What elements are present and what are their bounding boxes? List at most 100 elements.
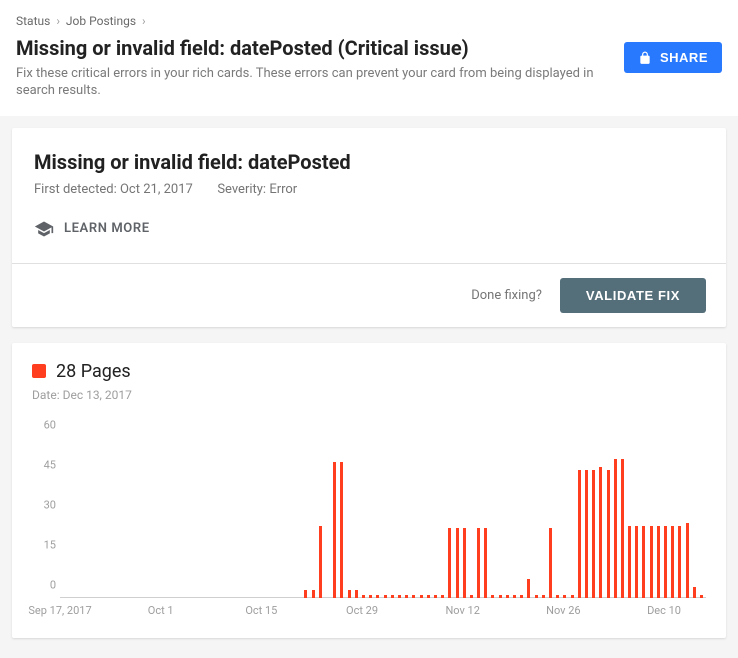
learn-more-link[interactable]: LEARN MORE: [34, 219, 150, 239]
issue-title: Missing or invalid field: datePosted: [34, 150, 704, 174]
pages-chart-card: 28 Pages Date: Dec 13, 2017 0 15 30 45 60 Se…: [12, 343, 726, 638]
chart-bar: [542, 595, 545, 598]
y-tick-label: 15: [44, 538, 56, 551]
pages-count-title: 28 Pages: [32, 361, 706, 382]
chart-bar: [448, 528, 451, 597]
x-tick-label: Nov 26: [546, 604, 580, 617]
chart-bar: [657, 526, 660, 598]
chart-bar: [628, 526, 631, 598]
chart-x-axis: Sep 17, 2017Oct 1Oct 15Oct 29Nov 12Nov 2…: [60, 604, 706, 620]
fix-action-bar: Done fixing? VALIDATE FIX: [12, 263, 726, 327]
first-detected-label: First detected:: [34, 182, 117, 197]
page-description: Fix these critical errors in your rich c…: [16, 66, 608, 100]
chart-bar: [535, 595, 538, 598]
chart-bar: [456, 528, 459, 597]
chart-plot-area: [60, 438, 706, 598]
pages-count-label: 28 Pages: [56, 361, 131, 382]
chart-bar: [405, 595, 408, 598]
chart-bar: [700, 595, 703, 598]
chart-bar: [621, 459, 624, 598]
share-button[interactable]: SHARE: [624, 42, 722, 73]
breadcrumb-job-postings[interactable]: Job Postings: [66, 14, 136, 28]
chart-bar: [506, 595, 509, 598]
chart-bar: [304, 590, 307, 598]
chart-bar: [491, 595, 494, 598]
chart-bar: [355, 590, 358, 598]
chart-bar: [412, 595, 415, 598]
chart-bar: [527, 579, 530, 598]
validate-fix-button[interactable]: VALIDATE FIX: [560, 278, 706, 313]
done-fixing-text: Done fixing?: [471, 288, 542, 303]
chart-bar: [369, 595, 372, 598]
chart-bar: [578, 470, 581, 598]
lock-icon: [638, 51, 652, 65]
chart-bar: [664, 526, 667, 598]
chart-bar: [549, 528, 552, 597]
chart-bar: [427, 595, 430, 598]
chart-bar: [693, 587, 696, 598]
chart-bar: [650, 526, 653, 598]
chart-bar: [420, 595, 423, 598]
chart-bar: [635, 526, 638, 598]
chart-bar: [671, 526, 674, 598]
chart-bar: [607, 470, 610, 598]
chart-bar: [348, 590, 351, 598]
chart-bar: [686, 523, 689, 598]
y-tick-label: 30: [44, 498, 56, 511]
x-tick-label: Sep 17, 2017: [28, 604, 91, 617]
graduation-cap-icon: [34, 219, 54, 239]
chart-bar: [398, 595, 401, 598]
chart-bar: [362, 595, 365, 598]
chart-bar: [319, 526, 322, 598]
first-detected-value: Oct 21, 2017: [120, 182, 193, 197]
content-area: Missing or invalid field: datePosted Fir…: [0, 116, 738, 658]
chart-bar: [678, 526, 681, 598]
x-tick-label: Nov 12: [445, 604, 479, 617]
chart-bar: [434, 595, 437, 598]
chart-y-axis: 015304560: [32, 438, 60, 598]
chart-bar: [333, 462, 336, 598]
severity-label: Severity:: [217, 182, 266, 197]
chart-bar: [499, 595, 502, 598]
chart-bar: [585, 470, 588, 598]
breadcrumb-status[interactable]: Status: [16, 14, 50, 28]
chevron-right-icon: ›: [56, 14, 60, 28]
chart-bar: [599, 467, 602, 598]
chart-bar: [384, 595, 387, 598]
y-tick-label: 60: [44, 418, 56, 431]
chart-bar: [642, 526, 645, 598]
chart-bar: [340, 462, 343, 598]
x-tick-label: Oct 1: [148, 604, 174, 617]
y-tick-label: 0: [50, 578, 56, 591]
chart-bar: [376, 595, 379, 598]
chart-bar: [556, 595, 559, 598]
y-tick-label: 45: [44, 458, 56, 471]
chart-bar: [312, 590, 315, 598]
chart-bar: [563, 595, 566, 598]
chart-bar: [441, 595, 444, 598]
chart-bar: [477, 528, 480, 597]
chart-bar: [592, 470, 595, 598]
severity-value: Error: [269, 182, 297, 197]
chart-bar: [614, 459, 617, 598]
learn-more-label: LEARN MORE: [64, 221, 150, 236]
chevron-right-icon: ›: [142, 14, 146, 28]
chart: 015304560: [32, 438, 706, 598]
x-tick-label: Dec 10: [647, 604, 681, 617]
x-tick-label: Oct 15: [245, 604, 277, 617]
chart-bar: [520, 595, 523, 598]
selected-date-label: Date: Dec 13, 2017: [32, 388, 706, 402]
share-label: SHARE: [660, 50, 708, 65]
chart-bar: [513, 595, 516, 598]
page-title: Missing or invalid field: datePosted (Cr…: [16, 36, 608, 60]
chart-bar: [571, 595, 574, 598]
chart-bar: [470, 595, 473, 598]
issue-meta: First detected: Oct 21, 2017 Severity: E…: [34, 182, 704, 197]
chart-bar: [463, 528, 466, 597]
issue-detail-card: Missing or invalid field: datePosted Fir…: [12, 128, 726, 327]
breadcrumb: Status › Job Postings ›: [16, 14, 722, 28]
page-header: Status › Job Postings › Missing or inval…: [0, 0, 738, 116]
series-swatch-icon: [32, 364, 46, 378]
chart-bar: [391, 595, 394, 598]
x-tick-label: Oct 29: [346, 604, 378, 617]
